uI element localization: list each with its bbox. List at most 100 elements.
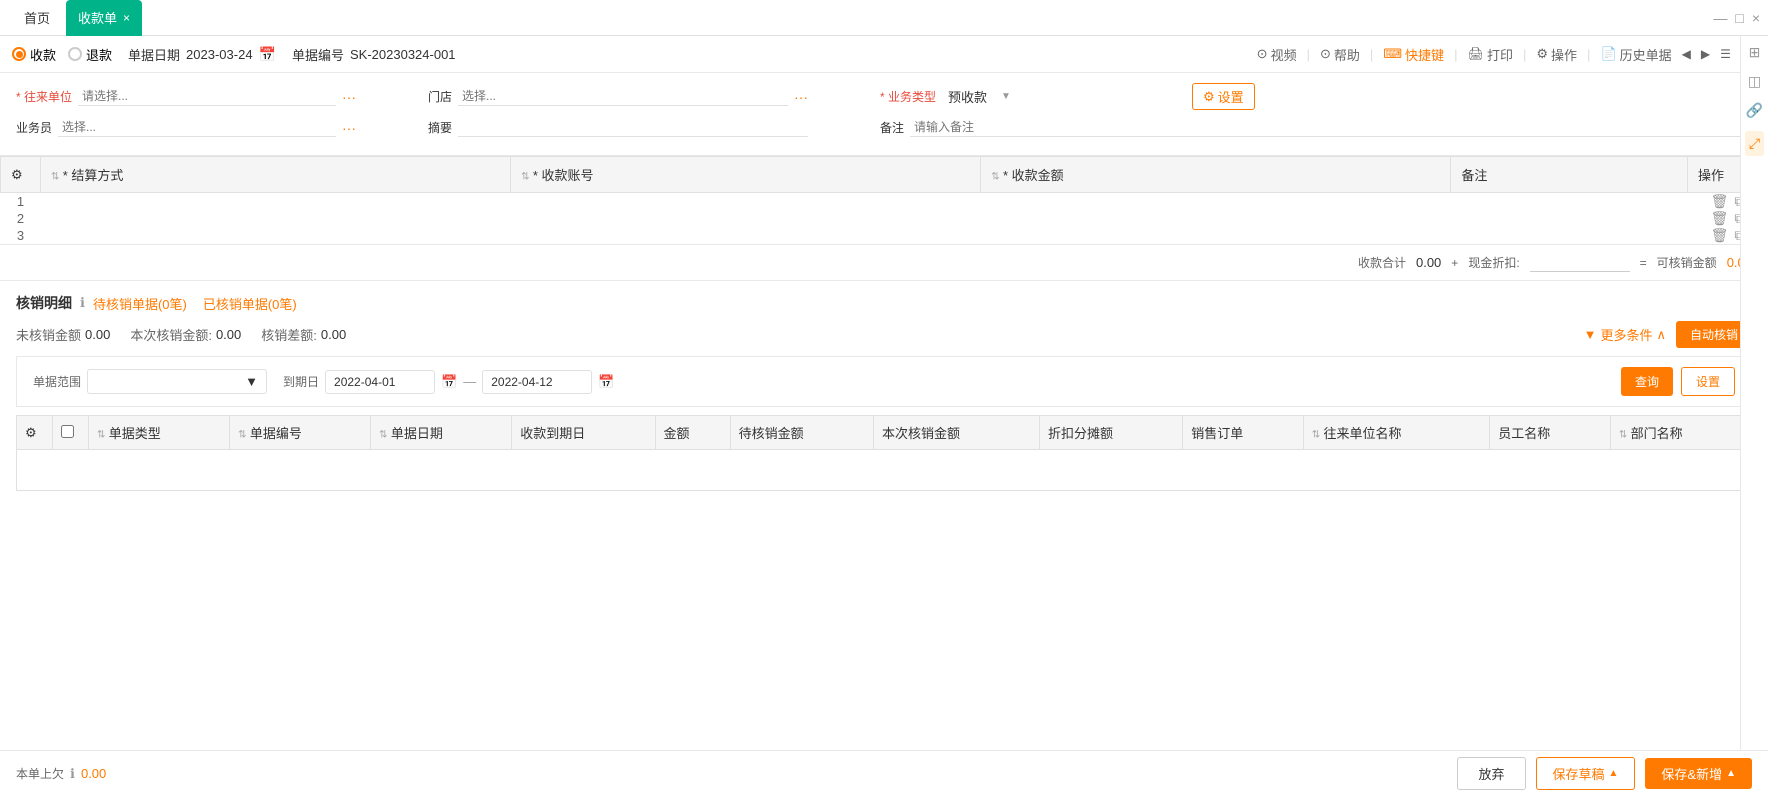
select-all-checkbox[interactable] [61,425,74,438]
store-field: 门店 ··· [428,87,808,106]
save-draft-button[interactable]: 保存草稿 ▲ [1536,757,1636,790]
info-icon[interactable]: ℹ [80,295,85,311]
due-date-field: 到期日 📅 — 📅 [283,370,614,394]
range-arrow-icon: ▼ [245,374,258,389]
date-field: 单据日期 2023-03-24 📅 [128,45,276,64]
bth-checkbox[interactable] [53,416,89,450]
row-account-1[interactable] [511,193,981,211]
summary-row: 收款合计 0.00 + 现金折扣: = 可核销金额 0.00 [0,244,1768,281]
row-settlement-1[interactable] [41,193,511,211]
row-num-2: 2 [1,210,41,227]
row-amount-3[interactable] [981,227,1451,244]
discount-input[interactable] [1530,253,1630,272]
salesperson-more-icon[interactable]: ··· [342,120,356,136]
counterpart-more-icon[interactable]: ··· [342,89,356,105]
business-type-arrow-icon[interactable]: ▼ [1001,91,1011,102]
tab-completed[interactable]: 已核销单据(0笔) [203,294,297,313]
toolbar-right: ⊙ 视频 | ⊙ 帮助 | ⌨ 快捷键 | 🖨 打印 | ⚙ 操作 [1257,44,1756,64]
filter-row: ▼ 更多条件 ∧ 自动核销 [1584,321,1752,348]
delete-icon-3[interactable]: 🗑 [1711,227,1729,244]
settings-button[interactable]: ⚙ 设置 [1192,83,1255,110]
operation-btn[interactable]: ⚙ 操作 [1536,45,1577,64]
store-more-icon[interactable]: ··· [794,89,808,105]
save-new-button[interactable]: 保存&新增 ▲ [1645,758,1752,789]
date-from-input[interactable] [325,370,435,394]
delete-icon-2[interactable]: 🗑 [1711,210,1729,227]
nav-prev-btn[interactable]: ◀ [1682,47,1691,61]
remark-field: 备注 [880,118,1752,137]
calendar-icon[interactable]: 📅 [259,46,276,63]
row-remark-2[interactable] [1451,210,1688,227]
counterpart-input[interactable] [78,87,336,106]
toolbar: 收款 退款 单据日期 2023-03-24 📅 单据编号 SK-20230324… [0,36,1768,73]
print-btn[interactable]: 🖨 打印 [1467,45,1513,64]
sidebar-icon-3[interactable]: 🔗 [1746,102,1763,119]
radio-circle-receipt [12,47,26,61]
row-amount-2[interactable] [981,210,1451,227]
gear-icon: ⚙ [1203,89,1215,105]
sidebar-icon-1[interactable]: ⊞ [1749,44,1761,61]
query-btn[interactable]: 查询 [1621,367,1673,396]
diff-stat: 核销差额: 0.00 [261,325,346,344]
minimize-icon[interactable]: — [1713,10,1727,26]
date-to-input[interactable] [482,370,592,394]
radio-item-refund[interactable]: 退款 [68,45,112,64]
remark-input[interactable] [910,118,1752,137]
bth-gear[interactable]: ⚙ [17,416,53,450]
salesperson-field: 业务员 ··· [16,118,356,137]
bth-discount: 折扣分摊额 [1039,416,1182,450]
tab-home[interactable]: 首页 [8,0,66,36]
search-settings-btn[interactable]: 设置 [1681,367,1735,396]
shortcut-btn[interactable]: ⌨ 快捷键 [1383,45,1444,64]
salesperson-input[interactable] [58,118,336,137]
this-time-stat: 本次核销金额: 0.00 [130,325,241,344]
footer: 本单上欠 ℹ 0.00 放弃 保存草稿 ▲ 保存&新增 ▲ [0,750,1768,796]
range-field: 单据范围 ▼ [33,369,267,394]
section-title: 核销明细 ℹ 待核销单据(0笔) 已核销单据(0笔) [16,293,1752,313]
form-row-1: * 往来单位 ··· 门店 ··· * 业务类型 预收款 ▼ ⚙ 设置 [16,83,1752,110]
sidebar-icon-2[interactable]: ◫ [1748,73,1761,90]
maximize-icon[interactable]: □ [1735,10,1743,26]
shortcut-icon: ⌨ [1383,46,1402,62]
footer-info-icon[interactable]: ℹ [70,766,75,782]
nav-next-btn[interactable]: ▶ [1701,47,1710,61]
bth-doc-type: ⇅ 单据类型 [89,416,230,450]
cal-icon-from[interactable]: 📅 [441,374,457,390]
discard-button[interactable]: 放弃 [1457,757,1525,790]
help-btn[interactable]: ⊙ 帮助 [1320,45,1360,64]
radio-item-receipt[interactable]: 收款 [12,45,56,64]
row-remark-3[interactable] [1451,227,1688,244]
video-btn[interactable]: ⊙ 视频 [1257,45,1297,64]
tab-pending[interactable]: 待核销单据(0笔) [93,294,187,313]
cal-icon-to[interactable]: 📅 [598,374,614,390]
close-icon[interactable]: × [1752,10,1760,26]
sidebar-icon-4[interactable]: ⤢ [1745,131,1764,156]
help-icon: ⊙ [1320,46,1331,62]
row-account-3[interactable] [511,227,981,244]
history-icon: 📄 [1600,46,1616,62]
section-tabs: 待核销单据(0笔) 已核销单据(0笔) [93,294,297,313]
history-btn[interactable]: 📄 历史单据 [1600,45,1671,64]
row-account-2[interactable] [511,210,981,227]
bth-dept: ⇅ 部门名称 [1610,416,1751,450]
tab-close-icon[interactable]: × [123,11,130,25]
row-settlement-3[interactable] [41,227,511,244]
col-gear[interactable]: ⚙ [1,157,41,193]
delete-icon-1[interactable]: 🗑 [1711,193,1729,210]
list-view-btn[interactable]: ☰ [1720,47,1731,61]
form-row-2: 业务员 ··· 摘要 备注 [16,118,1752,137]
filter-icon: ▼ [1584,327,1597,342]
summary-input[interactable] [458,118,808,137]
row-amount-1[interactable] [981,193,1451,211]
row-settlement-2[interactable] [41,210,511,227]
table-row: 3 🗑 ⧉ [1,227,1768,244]
more-filter-btn[interactable]: ▼ 更多条件 ∧ [1584,325,1666,344]
range-select[interactable]: ▼ [87,369,267,394]
row-remark-1[interactable] [1451,193,1688,211]
table-row: 1 🗑 ⧉ [1,193,1768,211]
tab-active[interactable]: 收款单 × [66,0,142,36]
main-content: 收款 退款 单据日期 2023-03-24 📅 单据编号 SK-20230324… [0,36,1768,796]
bth-this-verify: 本次核销金额 [873,416,1039,450]
bottom-table: ⚙ ⇅ 单据类型 ⇅ 单据编号 ⇅ 单据日期 [16,415,1752,491]
store-input[interactable] [458,87,788,106]
